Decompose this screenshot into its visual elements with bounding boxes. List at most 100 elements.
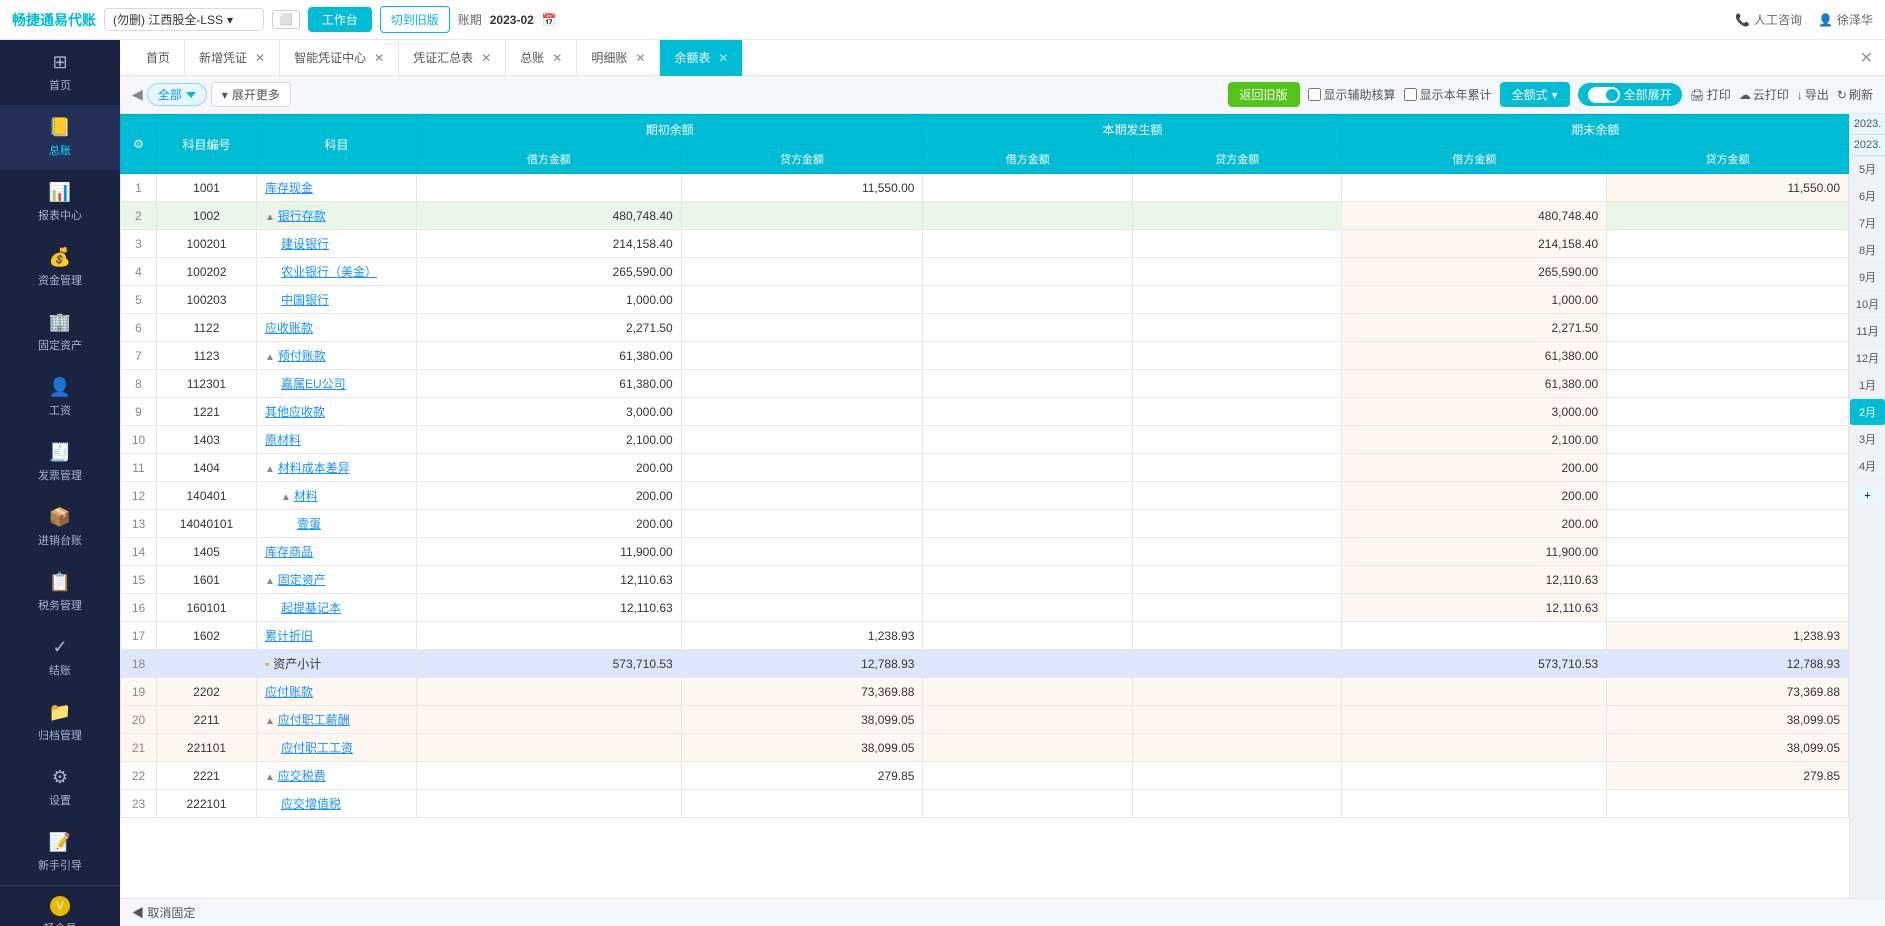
fixed-bottom-bar[interactable]: ◀ 取消固定 [120,898,1885,926]
filter-left-arrow[interactable]: ◀ [132,86,143,103]
name-cell[interactable]: 其他应收款 [257,398,417,426]
name-cell[interactable]: 原材料 [257,426,417,454]
tab-add-voucher-close[interactable]: ✕ [255,51,265,65]
right-add-icon[interactable]: + [1856,484,1880,508]
name-cell[interactable]: ▲ 材料成本差异 [257,454,417,482]
sidebar-item-invoice[interactable]: 🧾 发票管理 [0,430,120,495]
tab-add-voucher[interactable]: 新增凭证 ✕ [185,40,280,76]
tab-ledger[interactable]: 总账 ✕ [506,40,577,76]
sidebar-item-tax[interactable]: 📋 税务管理 [0,560,120,625]
account-link[interactable]: 起提基记本 [281,601,341,615]
sidebar-item-purchase[interactable]: 📦 进销台账 [0,495,120,560]
name-cell[interactable]: 应付职工工资 [257,734,417,762]
right-month-11[interactable]: 11月 [1850,318,1885,345]
sidebar-item-guide[interactable]: 📝 新手引导 [0,820,120,885]
account-link[interactable]: 建设银行 [281,237,329,251]
workspace-button[interactable]: 工作台 [308,7,372,32]
name-cell[interactable]: ▲ 应付职工薪酬 [257,706,417,734]
name-cell[interactable]: 库存商品 [257,538,417,566]
refresh-button[interactable]: ↻ 刷新 [1837,86,1873,103]
name-cell[interactable]: 建设银行 [257,230,417,258]
account-link[interactable]: 库存现金 [265,181,313,195]
right-month-7[interactable]: 7月 [1850,210,1885,237]
tab-voucher-summary[interactable]: 凭证汇总表 ✕ [399,40,506,76]
export-button[interactable]: ↓ 导出 [1797,86,1829,103]
name-cell[interactable]: 库存现金 [257,174,417,202]
name-cell[interactable]: ▪资产小计 [257,650,417,678]
sidebar-item-home[interactable]: ⊞ 首页 [0,40,120,105]
print-button[interactable]: 🖨 打印 [1690,86,1731,103]
expand-more-button[interactable]: ▾ 展开更多 [211,82,291,107]
expand-toggle-area[interactable]: 全部展开 [1578,83,1682,106]
right-month-3[interactable]: 3月 [1850,426,1885,453]
sidebar-item-reports[interactable]: 📊 报表中心 [0,170,120,235]
sidebar-item-assets[interactable]: 🏢 固定资产 [0,300,120,365]
account-link[interactable]: 其他应收款 [265,405,325,419]
account-link[interactable]: 嘉属EU公司 [281,377,346,391]
checkbox-ytd[interactable] [1404,88,1417,101]
switch-version-button[interactable]: 切到旧版 [380,6,450,33]
name-cell[interactable]: ▲ 固定资产 [257,566,417,594]
tab-detail[interactable]: 明细账 ✕ [577,40,660,76]
right-month-8[interactable]: 8月 [1850,237,1885,264]
sidebar-item-member[interactable]: V 畅会员 [0,885,120,926]
filter-all-tag[interactable]: 全部 [147,83,207,106]
right-month-1[interactable]: 1月 [1850,372,1885,399]
checkbox-aux[interactable] [1308,88,1321,101]
company-selector[interactable]: (勿删) 江西股全-LSS ▾ [104,8,264,31]
account-link[interactable]: 累计折旧 [265,629,313,643]
account-link[interactable]: 预付账款 [278,349,326,363]
unfix-button[interactable]: ◀ 取消固定 [132,904,195,921]
account-link[interactable]: 农业银行（美金） [281,265,377,279]
name-cell[interactable]: 应交增值税 [257,790,417,818]
tab-balance-close[interactable]: ✕ [718,51,728,65]
tab-voucher-summary-close[interactable]: ✕ [481,51,491,65]
copy-icon[interactable]: ⬜ [272,10,300,29]
checkbox-aux-label[interactable]: 显示辅助核算 [1308,86,1396,103]
format-button[interactable]: 全额式 ▾ [1500,82,1570,107]
account-link[interactable]: 应付职工工资 [281,741,353,755]
sidebar-item-ledger[interactable]: 📒 总账 [0,105,120,170]
right-month-4[interactable]: 4月 [1850,453,1885,480]
sidebar-item-salary[interactable]: 👤 工资 [0,365,120,430]
calendar-icon[interactable]: 📅 [542,13,557,27]
account-link[interactable]: 应交增值税 [281,797,341,811]
name-cell[interactable]: 应付账款 [257,678,417,706]
account-link[interactable]: 壹蛋 [297,517,321,531]
tab-ledger-close[interactable]: ✕ [552,51,562,65]
service-btn[interactable]: 📞 人工咨询 [1735,11,1802,28]
name-cell[interactable]: ▲ 应交税费 [257,762,417,790]
cloud-print-button[interactable]: ☁ 云打印 [1739,86,1789,103]
tab-smart-center-close[interactable]: ✕ [374,51,384,65]
right-month-10[interactable]: 10月 [1850,291,1885,318]
account-link[interactable]: 材料成本差异 [278,461,350,475]
account-link[interactable]: 银行存款 [278,209,326,223]
tab-home[interactable]: 首页 [132,40,185,76]
account-link[interactable]: 应付账款 [265,685,313,699]
sidebar-item-settle[interactable]: ✓ 结账 [0,625,120,690]
name-cell[interactable]: 累计折旧 [257,622,417,650]
account-link[interactable]: 固定资产 [278,573,326,587]
return-old-button[interactable]: 返回旧版 [1228,82,1300,107]
account-link[interactable]: 材料 [294,489,318,503]
name-cell[interactable]: ▲ 材料 [257,482,417,510]
name-cell[interactable]: 中国银行 [257,286,417,314]
name-cell[interactable]: ▲ 银行存款 [257,202,417,230]
right-month-5[interactable]: 5月 [1850,156,1885,183]
name-cell[interactable]: 嘉属EU公司 [257,370,417,398]
right-year-2023a[interactable]: 2023. [1850,114,1885,135]
tab-detail-close[interactable]: ✕ [635,51,645,65]
account-link[interactable]: 中国银行 [281,293,329,307]
sidebar-item-archive[interactable]: 📁 归档管理 [0,690,120,755]
account-link[interactable]: 原材料 [265,433,301,447]
account-link[interactable]: 应付职工薪酬 [278,713,350,727]
name-cell[interactable]: 壹蛋 [257,510,417,538]
right-year-2023b[interactable]: 2023. [1850,135,1885,156]
account-link[interactable]: 库存商品 [265,545,313,559]
account-link[interactable]: 应交税费 [278,769,326,783]
sidebar-item-capital[interactable]: 💰 资金管理 [0,235,120,300]
name-cell[interactable]: 应收账款 [257,314,417,342]
sidebar-item-settings[interactable]: ⚙ 设置 [0,755,120,820]
tabs-close-all[interactable]: ✕ [1860,48,1873,68]
user-avatar-area[interactable]: 👤 徐泽华 [1818,11,1873,28]
